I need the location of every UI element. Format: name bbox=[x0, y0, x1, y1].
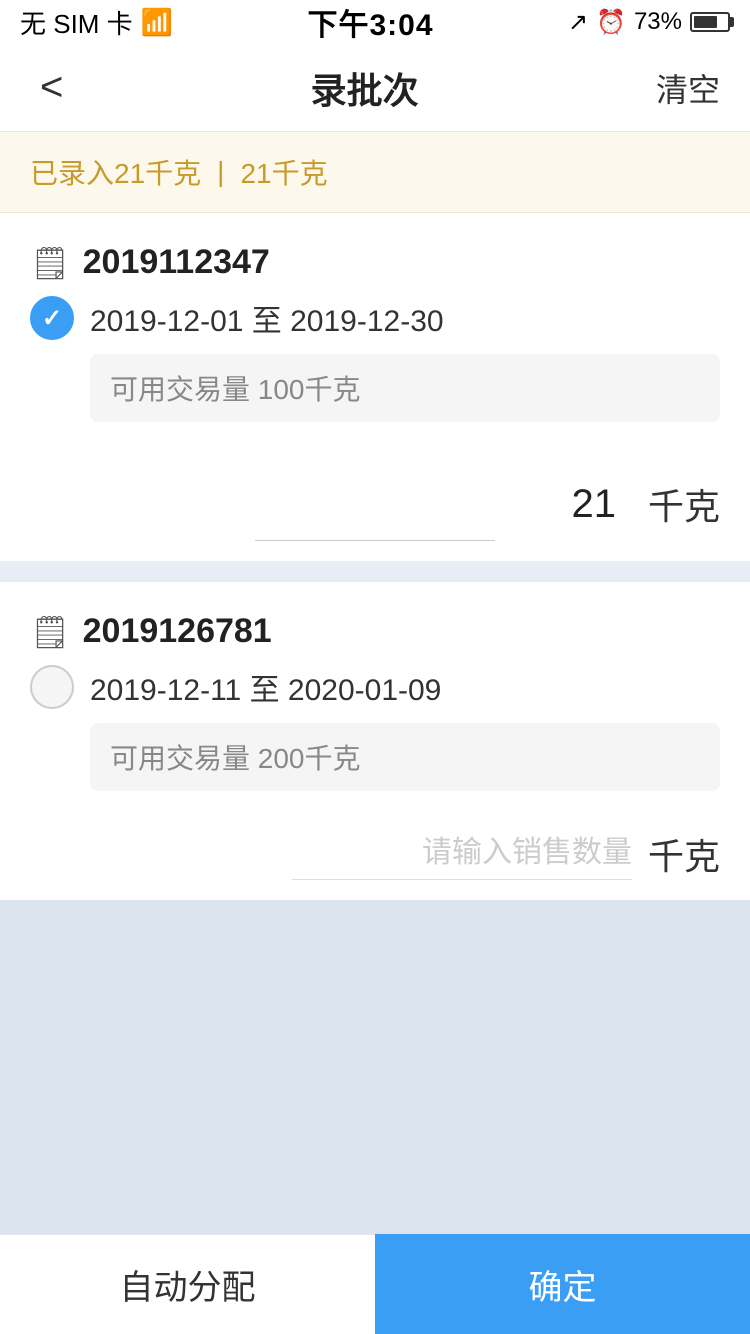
section-divider bbox=[0, 562, 750, 582]
bottom-bar: 自动分配 确定 bbox=[0, 1234, 750, 1334]
batch-2-date: 2019-12-11 至 2020-01-09 bbox=[90, 665, 441, 709]
batch-2-unit: 千克 bbox=[648, 828, 720, 880]
batch-item-1: 🗒 2019112347 ✓ 2019-12-01 至 2019-12-30 可… bbox=[0, 213, 750, 458]
batch-1-quantity: 21 bbox=[571, 482, 616, 527]
battery-percent: 73% bbox=[634, 8, 682, 36]
batch-2-input-wrap[interactable]: 请输入销售数量 bbox=[30, 827, 632, 880]
batch-1-unit: 千克 bbox=[648, 478, 720, 530]
batch-1-id: 2019112347 bbox=[83, 243, 270, 282]
batch-1-header: 🗒 2019112347 bbox=[30, 243, 720, 282]
auto-distribute-button[interactable]: 自动分配 bbox=[0, 1234, 375, 1334]
batch-2-input-placeholder: 请输入销售数量 bbox=[422, 827, 632, 871]
status-time: 下午3:04 bbox=[307, 0, 433, 44]
batch-2-radio[interactable] bbox=[30, 665, 74, 709]
batch-2-underline bbox=[292, 879, 632, 880]
batch-2-row[interactable]: 2019-12-11 至 2020-01-09 bbox=[30, 665, 720, 709]
batch-item-2: 🗒 2019126781 2019-12-11 至 2020-01-09 可用交… bbox=[0, 582, 750, 791]
status-bar: 无 SIM 卡 📶 下午3:04 ↗ ⏰ 73% bbox=[0, 0, 750, 44]
batch-1-radio[interactable]: ✓ bbox=[30, 296, 74, 340]
nav-bar: < 录批次 清空 bbox=[0, 44, 750, 132]
wifi-icon: 📶 bbox=[141, 7, 173, 38]
info-value: 21千克 bbox=[240, 152, 327, 192]
status-right: ↗ ⏰ 73% bbox=[568, 8, 730, 37]
batch-card-1: 🗒 2019112347 ✓ 2019-12-01 至 2019-12-30 可… bbox=[0, 213, 750, 562]
page-title: 录批次 bbox=[311, 62, 419, 114]
back-button[interactable]: < bbox=[30, 55, 73, 120]
clear-button[interactable]: 清空 bbox=[656, 65, 720, 111]
check-icon: ✓ bbox=[42, 304, 62, 333]
recorded-amount: 已录入21千克 bbox=[30, 152, 201, 192]
batch-card-2: 🗒 2019126781 2019-12-11 至 2020-01-09 可用交… bbox=[0, 582, 750, 900]
alarm-icon: ⏰ bbox=[596, 8, 626, 37]
batch-1-date: 2019-12-01 至 2019-12-30 bbox=[90, 296, 444, 340]
gray-area bbox=[0, 900, 750, 1290]
status-carrier: 无 SIM 卡 📶 bbox=[20, 4, 173, 41]
batch-2-available: 可用交易量 200千克 bbox=[90, 723, 720, 791]
batch-1-qty-row: 21 千克 bbox=[0, 458, 750, 562]
location-icon: ↗ bbox=[568, 8, 588, 37]
batch-1-row[interactable]: ✓ 2019-12-01 至 2019-12-30 bbox=[30, 296, 720, 340]
batch-2-id: 2019126781 bbox=[83, 612, 272, 651]
info-banner: 已录入21千克 | 21千克 bbox=[0, 132, 750, 213]
batch-1-available: 可用交易量 100千克 bbox=[90, 354, 720, 422]
batch-1-icon: 🗒 bbox=[30, 244, 71, 282]
confirm-button[interactable]: 确定 bbox=[375, 1234, 750, 1334]
batch-2-icon: 🗒 bbox=[30, 613, 71, 651]
battery-icon bbox=[690, 12, 730, 32]
carrier-text: 无 SIM 卡 bbox=[20, 4, 133, 41]
batch-2-header: 🗒 2019126781 bbox=[30, 612, 720, 651]
info-divider: | bbox=[217, 156, 224, 188]
batch-2-qty-row[interactable]: 请输入销售数量 千克 bbox=[0, 807, 750, 880]
